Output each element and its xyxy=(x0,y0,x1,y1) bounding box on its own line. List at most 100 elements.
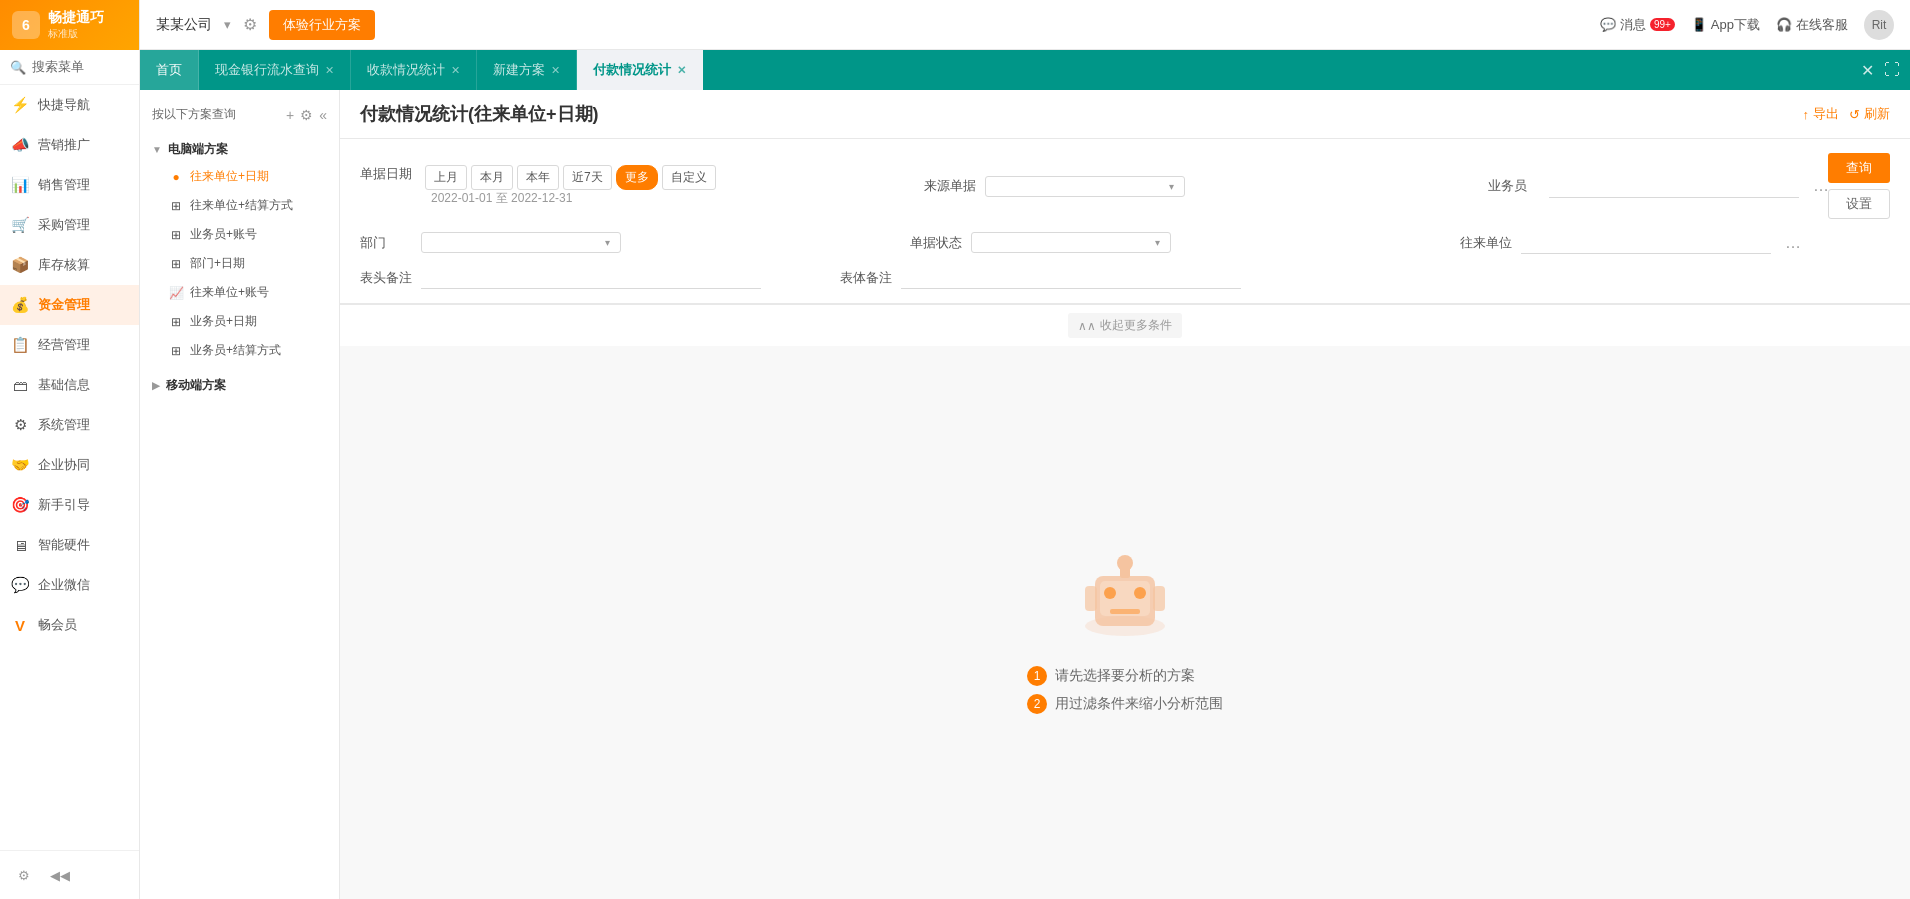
tab-collection-stats-label: 收款情况统计 xyxy=(367,61,445,79)
tab-new-scheme[interactable]: 新建方案 ✕ xyxy=(477,50,577,90)
user-avatar[interactable]: Rit xyxy=(1864,10,1894,40)
system-icon: ⚙ xyxy=(10,415,30,435)
date-btn-last-month[interactable]: 上月 xyxy=(425,165,467,190)
collapse-icon: ∧∧ xyxy=(1078,319,1096,333)
right-content: 付款情况统计(往来单位+日期) ↑ 导出 ↺ 刷新 单 xyxy=(340,90,1910,899)
trial-btn[interactable]: 体验行业方案 xyxy=(269,10,375,40)
tab-home[interactable]: 首页 xyxy=(140,50,199,90)
app-icon: 📱 xyxy=(1691,17,1707,32)
scheme-item-salesman-date[interactable]: ⊞ 业务员+日期 xyxy=(140,307,339,336)
date-btn-this-month[interactable]: 本月 xyxy=(471,165,513,190)
sidebar-item-finance[interactable]: 💰 资金管理 xyxy=(0,285,139,325)
main-area: 某某公司 ▾ ⚙ 体验行业方案 💬 消息 99+ 📱 App下载 🎧 在线客服 … xyxy=(140,0,1910,899)
doc-status-select[interactable]: ▾ xyxy=(971,232,1171,253)
counterpart-more-btn[interactable]: … xyxy=(1785,234,1801,252)
doc-date-label: 单据日期 xyxy=(360,165,415,183)
source-doc-select[interactable]: ▾ xyxy=(985,176,1185,197)
service-icon: 🎧 xyxy=(1776,17,1792,32)
scheme-table-icon4: ⊞ xyxy=(168,314,184,330)
date-btn-custom[interactable]: 自定义 xyxy=(662,165,716,190)
sidebar-item-label: 快捷导航 xyxy=(38,96,90,114)
sidebar-item-system[interactable]: ⚙ 系统管理 xyxy=(0,405,139,445)
sidebar-item-operations[interactable]: 📋 经营管理 xyxy=(0,325,139,365)
tip-num-1: 1 xyxy=(1027,666,1047,686)
left-panel: 按以下方案查询 + ⚙ « ▼ 电脑端方案 ● 往来单位+日期 ⊞ xyxy=(140,90,340,899)
salesman-more-btn[interactable]: … xyxy=(1813,177,1829,195)
counterpart-group: 往来单位 … xyxy=(1460,231,1780,254)
date-btn-this-year[interactable]: 本年 xyxy=(517,165,559,190)
search-menu[interactable]: 🔍 搜索菜单 xyxy=(0,50,139,85)
sidebar-item-hardware[interactable]: 🖥 智能硬件 xyxy=(0,525,139,565)
add-scheme-btn[interactable]: + xyxy=(286,107,294,123)
inventory-icon: 📦 xyxy=(10,255,30,275)
desktop-group-label: 电脑端方案 xyxy=(168,141,228,158)
scheme-item-salesman-settlement[interactable]: ⊞ 业务员+结算方式 xyxy=(140,336,339,365)
filter-settings-btn[interactable]: 设置 xyxy=(1828,189,1890,219)
scheme-settings-btn[interactable]: ⚙ xyxy=(300,107,313,123)
sidebar-item-member[interactable]: V 畅会员 xyxy=(0,605,139,645)
date-btn-more[interactable]: 更多 xyxy=(616,165,658,190)
scheme-item-dept-date[interactable]: ⊞ 部门+日期 xyxy=(140,249,339,278)
query-btn[interactable]: 查询 xyxy=(1828,153,1890,183)
tab-collection-stats[interactable]: 收款情况统计 ✕ xyxy=(351,50,477,90)
search-icon: 🔍 xyxy=(10,60,26,75)
settings-icon[interactable]: ⚙ xyxy=(243,15,257,34)
collapse-sidebar-btn[interactable]: ◀◀ xyxy=(46,861,74,889)
settings-btn[interactable]: ⚙ xyxy=(10,861,38,889)
scheme-item-salesman-account[interactable]: ⊞ 业务员+账号 xyxy=(140,220,339,249)
scheme-label: 业务员+日期 xyxy=(190,313,257,330)
tab-cash-flow[interactable]: 现金银行流水查询 ✕ xyxy=(199,50,351,90)
hardware-icon: 🖥 xyxy=(10,535,30,555)
sidebar-item-label: 企业微信 xyxy=(38,576,90,594)
table-body-note-input[interactable] xyxy=(901,266,1241,289)
export-btn[interactable]: ↑ 导出 xyxy=(1803,105,1840,123)
tab-close-all-btn[interactable]: ✕ xyxy=(1861,61,1874,80)
salesman-input[interactable] xyxy=(1549,175,1799,198)
sidebar-item-inventory[interactable]: 📦 库存核算 xyxy=(0,245,139,285)
sidebar-item-enterprise[interactable]: 🤝 企业协同 xyxy=(0,445,139,485)
online-service-btn[interactable]: 🎧 在线客服 xyxy=(1776,16,1848,34)
table-head-note-input[interactable] xyxy=(421,266,761,289)
svg-point-7 xyxy=(1117,555,1133,571)
scheme-label: 往来单位+结算方式 xyxy=(190,197,293,214)
sidebar-item-basic-info[interactable]: 🗃 基础信息 xyxy=(0,365,139,405)
tab-new-scheme-close[interactable]: ✕ xyxy=(551,64,560,77)
sidebar-logo: 6 畅捷通巧 标准版 xyxy=(0,0,139,50)
sidebar-item-purchase[interactable]: 🛒 采购管理 xyxy=(0,205,139,245)
sidebar-item-quick-nav[interactable]: ⚡ 快捷导航 xyxy=(0,85,139,125)
page-header: 付款情况统计(往来单位+日期) ↑ 导出 ↺ 刷新 xyxy=(340,90,1910,139)
date-btn-7days[interactable]: 近7天 xyxy=(563,165,612,190)
tab-fullscreen-btn[interactable]: ⛶ xyxy=(1884,61,1900,79)
tab-new-scheme-label: 新建方案 xyxy=(493,61,545,79)
group-arrow-icon: ▼ xyxy=(152,144,162,155)
collapse-more-btn[interactable]: ∧∧ 收起更多条件 xyxy=(1068,313,1182,338)
sidebar-item-label: 系统管理 xyxy=(38,416,90,434)
desktop-group-title[interactable]: ▼ 电脑端方案 xyxy=(140,137,339,162)
tab-collection-close[interactable]: ✕ xyxy=(451,64,460,77)
panel-collapse-btn[interactable]: « xyxy=(319,107,327,123)
scheme-item-counterpart-settlement[interactable]: ⊞ 往来单位+结算方式 xyxy=(140,191,339,220)
tab-cash-flow-close[interactable]: ✕ xyxy=(325,64,334,77)
dept-select[interactable]: ▾ xyxy=(421,232,621,253)
table-body-note-label: 表体备注 xyxy=(840,269,895,287)
company-dropdown-icon[interactable]: ▾ xyxy=(224,17,231,32)
source-doc-label: 来源单据 xyxy=(924,177,979,195)
refresh-btn[interactable]: ↺ 刷新 xyxy=(1849,105,1890,123)
sidebar-item-guide[interactable]: 🎯 新手引导 xyxy=(0,485,139,525)
sidebar-item-marketing[interactable]: 📣 营销推广 xyxy=(0,125,139,165)
source-doc-group: 来源单据 ▾ xyxy=(924,176,1468,197)
member-icon: V xyxy=(10,615,30,635)
scheme-item-counterpart-account[interactable]: 📈 往来单位+账号 xyxy=(140,278,339,307)
sidebar-item-wechat[interactable]: 💬 企业微信 xyxy=(0,565,139,605)
tab-payment-stats[interactable]: 付款情况统计 ✕ xyxy=(577,50,703,90)
tab-payment-close[interactable]: ✕ xyxy=(677,64,686,77)
svg-rect-5 xyxy=(1110,609,1140,614)
counterpart-input[interactable] xyxy=(1521,231,1771,254)
app-download-btn[interactable]: 📱 App下载 xyxy=(1691,16,1760,34)
page-header-actions: ↑ 导出 ↺ 刷新 xyxy=(1803,105,1891,123)
sidebar-item-sales[interactable]: 📊 销售管理 xyxy=(0,165,139,205)
source-doc-arrow-icon: ▾ xyxy=(1169,181,1174,192)
mobile-group-title[interactable]: ▶ 移动端方案 xyxy=(140,373,339,398)
scheme-item-counterpart-date[interactable]: ● 往来单位+日期 xyxy=(140,162,339,191)
notifications-btn[interactable]: 💬 消息 99+ xyxy=(1600,16,1675,34)
